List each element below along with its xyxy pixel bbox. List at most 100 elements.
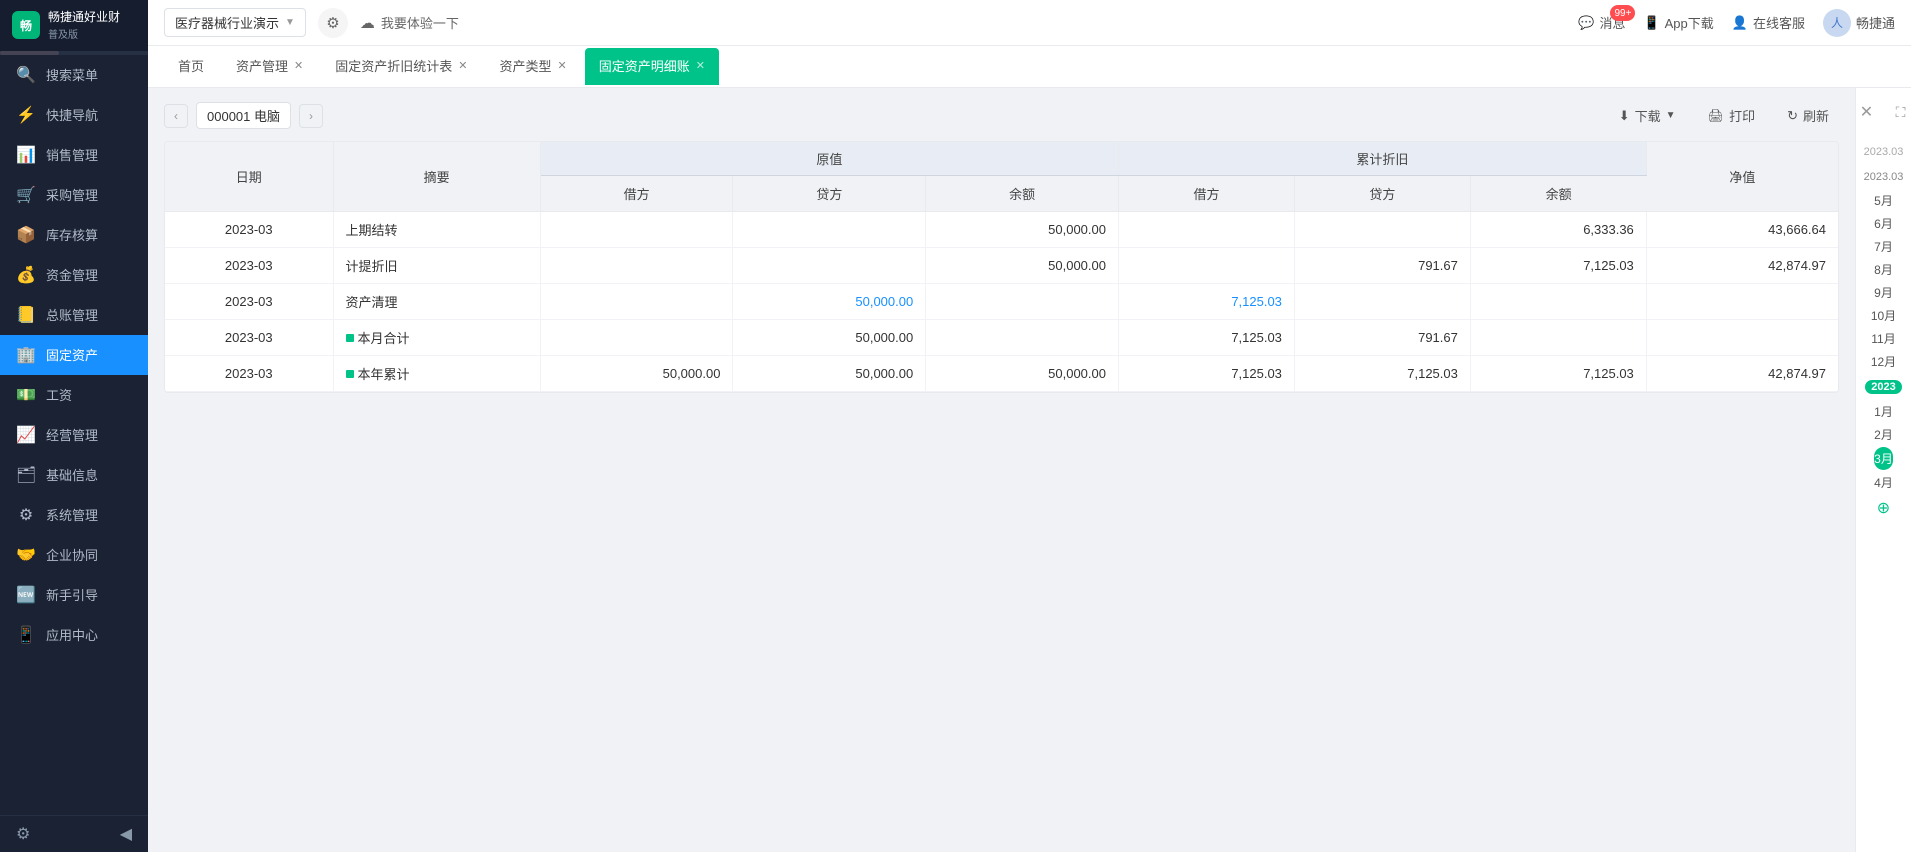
user-menu[interactable]: 人 畅捷通 [1823,9,1895,37]
tab-close-asset-mgmt[interactable]: ✕ [294,59,303,72]
message-icon: 💬 [1578,15,1594,31]
sidebar-bottom: ⚙ ◀ [0,815,148,852]
table-cell [1470,284,1646,320]
messages-button[interactable]: 💬 消息 99+ [1578,13,1625,32]
tab-close-asset-detail[interactable]: ✕ [696,59,705,72]
table-cell: 上期结转 [333,212,540,248]
month-item[interactable]: 10月 [1871,304,1896,327]
sidebar-item-search[interactable]: 🔍 搜索菜单 [0,55,148,95]
panel-close-button[interactable]: ✕ [1851,96,1883,128]
table-cell: 50,000.00 [733,356,926,392]
app-download-button[interactable]: 📱 App下载 [1643,13,1713,32]
table-row: 2023-03计提折旧50,000.00791.677,125.0342,874… [165,248,1838,284]
new-icon: 🆕 [16,585,36,605]
tab-asset-type[interactable]: 资产类型 ✕ [485,48,580,85]
money-icon: 💰 [16,265,36,285]
tab-close-depreciation-stat[interactable]: ✕ [458,59,467,72]
sidebar-item-salary[interactable]: 💵 工资 [0,375,148,415]
table-cell: 2023-03 [165,284,333,320]
table-cell [1470,320,1646,356]
sidebar-item-funds[interactable]: 💰 资金管理 [0,255,148,295]
month-item[interactable]: 7月 [1871,235,1896,258]
year-badge-item[interactable]: 2023 [1856,373,1911,400]
month-item[interactable]: 1月 [1866,400,1901,423]
sidebar-item-fixedasset[interactable]: 🏢 固定资产 [0,335,148,375]
sidebar-item-system[interactable]: ⚙ 系统管理 [0,495,148,535]
sidebar-item-guide[interactable]: 🆕 新手引导 [0,575,148,615]
tab-home[interactable]: 首页 [164,48,218,85]
sidebar-item-label: 系统管理 [46,505,98,524]
th-orig-debit: 借方 [540,176,733,212]
sidebar-item-quicknav[interactable]: ⚡ 快捷导航 [0,95,148,135]
main-area: 医疗器械行业演示 ▼ ⚙ ☁ 我要体验一下 💬 消息 99+ 📱 App下载 👤… [148,0,1911,852]
settings-icon[interactable]: ⚙ [16,824,30,844]
sidebar-item-inventory[interactable]: 📦 库存核算 [0,215,148,255]
panel-expand-button[interactable]: ⛶ [1885,96,1911,128]
sidebar-item-label: 固定资产 [46,345,98,364]
table-cell: 计提折旧 [333,248,540,284]
download-button[interactable]: ⬇ 下载 ▼ [1609,102,1686,129]
asset-navigation: ‹ 000001 电脑 › ⬇ 下载 ▼ 🖨 打印 ↻ 刷新 [164,102,1839,129]
month-item[interactable]: 12月 [1871,350,1896,373]
sidebar-logo: 畅 畅捷通好业财 普及版 [0,0,148,51]
month-item[interactable]: 11月 [1871,327,1896,350]
month-item[interactable]: 6月 [1871,212,1896,235]
table-cell: 50,000.00 [733,320,926,356]
experience-button[interactable]: ☁ 我要体验一下 [360,13,459,32]
next-asset-button[interactable]: › [299,104,323,128]
sidebar-item-purchase[interactable]: 🛒 采购管理 [0,175,148,215]
linked-value[interactable]: 50,000.00 [855,294,913,309]
company-selector[interactable]: 医疗器械行业演示 ▼ [164,8,306,37]
table-cell: 本月合计 [333,320,540,356]
linked-value[interactable]: 7,125.03 [1231,294,1282,309]
table-cell: 资产清理 [333,284,540,320]
refresh-icon: ↻ [1787,108,1798,124]
sidebar-item-appstore[interactable]: 📱 应用中心 [0,615,148,655]
timeline-down-arrow[interactable]: ⊕ [1877,498,1890,518]
tab-asset-mgmt[interactable]: 资产管理 ✕ [222,48,317,85]
th-orig-balance: 余额 [926,176,1119,212]
refresh-label: 刷新 [1803,106,1829,125]
settings-button[interactable]: ⚙ [318,8,348,38]
table-cell [540,320,733,356]
green-indicator [346,370,354,378]
month-item[interactable]: 4月 [1866,471,1901,494]
online-service-button[interactable]: 👤 在线客服 [1732,13,1805,32]
collapse-icon[interactable]: ◀ [120,824,132,844]
table-cell: 2023-03 [165,212,333,248]
sidebar-item-label: 基础信息 [46,465,98,484]
tab-asset-detail[interactable]: 固定资产明细账 ✕ [585,48,719,85]
table-row: 2023-03上期结转50,000.006,333.3643,666.64 [165,212,1838,248]
table-cell: 50,000.00 [733,284,926,320]
month-item[interactable]: 9月 [1871,281,1896,304]
month-item[interactable]: 3月 [1874,447,1893,470]
table-cell [1646,284,1838,320]
sidebar-item-ledger[interactable]: 📒 总账管理 [0,295,148,335]
sidebar-item-basic[interactable]: 🗂 基础信息 [0,455,148,495]
sidebar-item-enterprise[interactable]: 🤝 企业协同 [0,535,148,575]
sidebar-item-operations[interactable]: 📈 经营管理 [0,415,148,455]
month-item[interactable]: 2月 [1866,423,1901,446]
table-cell: 7,125.03 [1118,356,1294,392]
refresh-button[interactable]: ↻ 刷新 [1777,102,1839,129]
table-cell: 42,874.97 [1646,356,1838,392]
table-cell [733,248,926,284]
avatar: 人 [1823,9,1851,37]
table-cell: 2023-03 [165,320,333,356]
month-item[interactable]: 8月 [1871,258,1896,281]
download-dropdown-icon: ▼ [1666,110,1676,121]
tab-home-label: 首页 [178,56,204,75]
trending-icon: 📈 [16,425,36,445]
table-cell: 本年累计 [333,356,540,392]
summary-text: 本年累计 [358,364,410,383]
tab-asset-type-label: 资产类型 [499,56,551,75]
prev-asset-button[interactable]: ‹ [164,104,188,128]
tab-depreciation-stat[interactable]: 固定资产折旧统计表 ✕ [321,48,481,85]
month-item[interactable]: 5月 [1871,189,1896,212]
download-icon: ⬇ [1619,108,1630,124]
tab-close-asset-type[interactable]: ✕ [558,59,567,72]
table-cell [1118,212,1294,248]
table-cell: 50,000.00 [926,248,1119,284]
sidebar-item-sales[interactable]: 📊 销售管理 [0,135,148,175]
print-button[interactable]: 🖨 打印 [1698,102,1766,129]
